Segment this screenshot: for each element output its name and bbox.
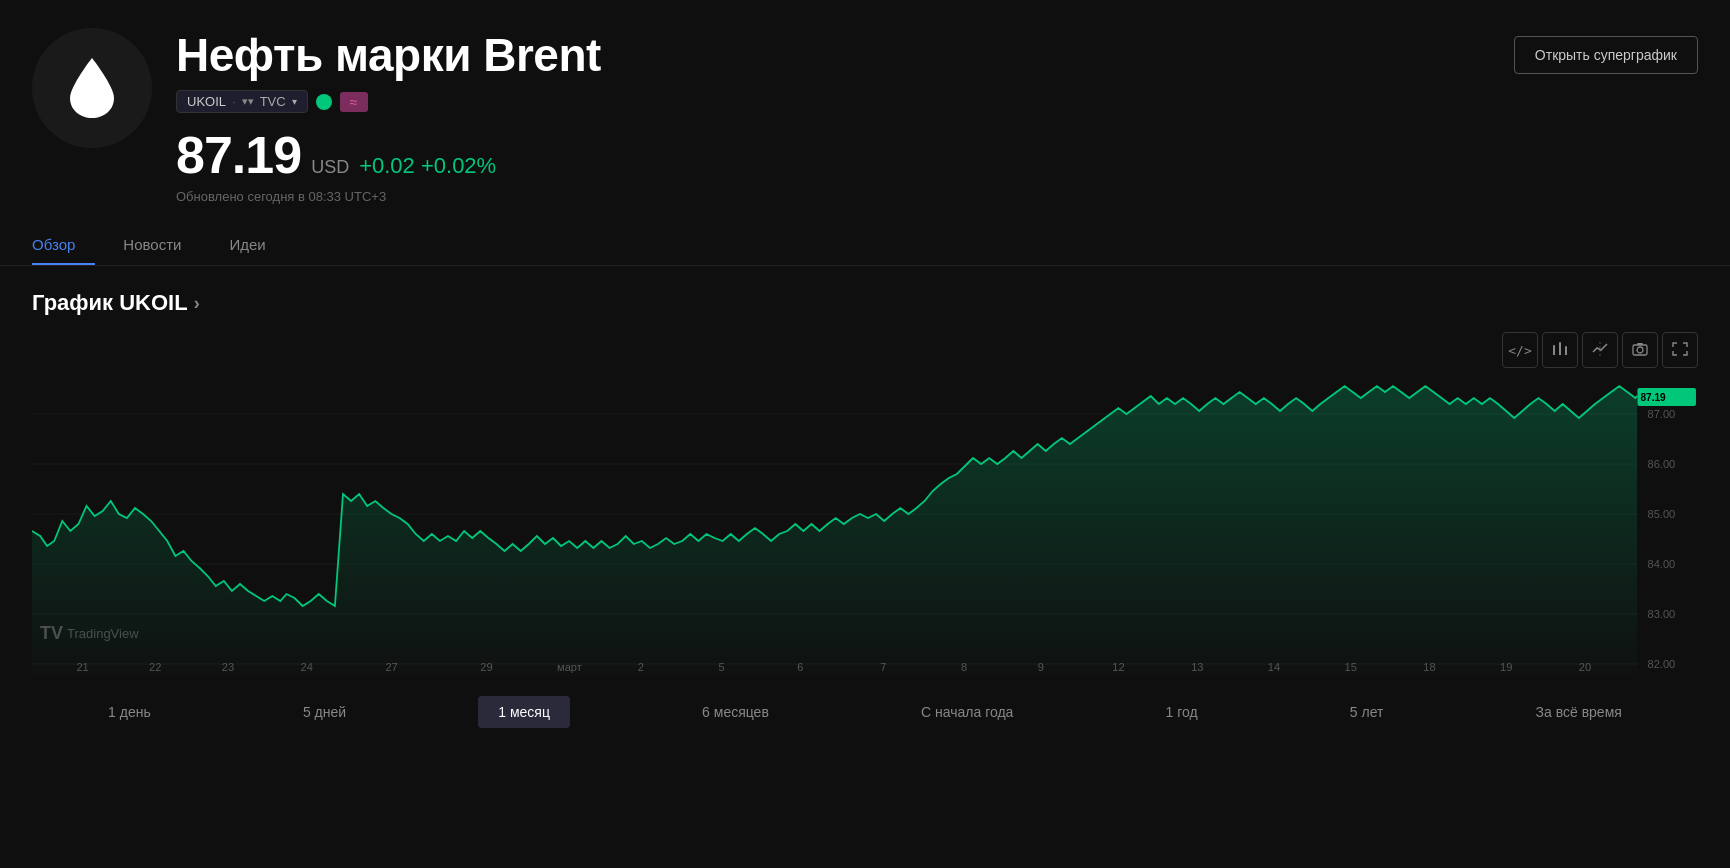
svg-rect-0 <box>1553 346 1555 355</box>
svg-text:19: 19 <box>1500 661 1512 673</box>
svg-rect-1 <box>1559 343 1561 355</box>
svg-text:12: 12 <box>1112 661 1124 673</box>
svg-rect-9 <box>1637 343 1643 345</box>
svg-text:83.00: 83.00 <box>1648 608 1676 620</box>
period-1month[interactable]: 1 месяц <box>478 696 570 728</box>
approx-icon: ≈ <box>340 92 368 112</box>
svg-text:85.00: 85.00 <box>1648 508 1676 520</box>
svg-text:март: март <box>557 661 582 673</box>
svg-text:18: 18 <box>1423 661 1435 673</box>
indicators-icon <box>1592 342 1608 359</box>
svg-text:14: 14 <box>1268 661 1280 673</box>
source-separator: · <box>232 94 236 109</box>
chart-title-chevron-icon: › <box>194 293 200 314</box>
svg-text:9: 9 <box>1038 661 1044 673</box>
header: Нефть марки Brent UKOIL · ▾▾ TVC ▾ ≈ 87.… <box>0 0 1730 204</box>
chart-title[interactable]: График UKOIL › <box>32 290 1698 316</box>
svg-text:24: 24 <box>301 661 313 673</box>
svg-text:87.00: 87.00 <box>1648 408 1676 420</box>
oil-drop-icon <box>66 58 118 118</box>
embed-icon: </> <box>1508 343 1531 358</box>
ticker-badge[interactable]: UKOIL · ▾▾ TVC ▾ <box>176 90 308 113</box>
chart-toolbar: </> <box>32 332 1698 368</box>
period-5days[interactable]: 5 дней <box>283 696 366 728</box>
tv-logo-mark: TV <box>40 623 63 644</box>
screenshot-button[interactable] <box>1622 332 1658 368</box>
period-6months[interactable]: 6 месяцев <box>682 696 789 728</box>
chart-type-icon <box>1552 342 1568 359</box>
open-superchart-button[interactable]: Открыть суперграфик <box>1514 36 1698 74</box>
svg-text:21: 21 <box>76 661 88 673</box>
svg-text:2: 2 <box>638 661 644 673</box>
fullscreen-icon <box>1672 342 1688 359</box>
tradingview-text: TradingView <box>67 626 139 641</box>
price-row: 87.19 USD +0.02 +0.02% <box>176 125 1698 185</box>
svg-text:8: 8 <box>961 661 967 673</box>
svg-text:15: 15 <box>1345 661 1357 673</box>
chart-container: 87.00 86.00 85.00 84.00 83.00 82.00 87.1… <box>32 376 1698 676</box>
svg-text:86.00: 86.00 <box>1648 458 1676 470</box>
svg-text:82.00: 82.00 <box>1648 658 1676 670</box>
chart-title-text: График UKOIL <box>32 290 188 316</box>
svg-text:84.00: 84.00 <box>1648 558 1676 570</box>
svg-rect-2 <box>1565 347 1567 355</box>
period-1day[interactable]: 1 день <box>88 696 171 728</box>
live-indicator <box>316 94 332 110</box>
svg-text:5: 5 <box>719 661 725 673</box>
svg-text:13: 13 <box>1191 661 1203 673</box>
camera-icon <box>1632 342 1648 359</box>
chart-section: График UKOIL › </> <box>0 266 1730 676</box>
dropdown-chevron-icon: ▾ <box>292 96 297 107</box>
period-1year[interactable]: 1 год <box>1146 696 1218 728</box>
header-info: Нефть марки Brent UKOIL · ▾▾ TVC ▾ ≈ 87.… <box>176 28 1698 204</box>
svg-text:7: 7 <box>880 661 886 673</box>
source-label: TVC <box>260 94 286 109</box>
tab-news[interactable]: Новости <box>123 224 201 265</box>
indicators-button[interactable] <box>1582 332 1618 368</box>
tabs-bar: Обзор Новости Идеи <box>0 224 1730 266</box>
svg-text:87.19: 87.19 <box>1640 392 1666 403</box>
asset-title: Нефть марки Brent <box>176 28 1698 82</box>
tradingview-logo: TV TradingView <box>40 623 139 644</box>
price-chart: 87.00 86.00 85.00 84.00 83.00 82.00 87.1… <box>32 376 1698 676</box>
svg-text:20: 20 <box>1579 661 1591 673</box>
svg-text:22: 22 <box>149 661 161 673</box>
fullscreen-button[interactable] <box>1662 332 1698 368</box>
svg-text:29: 29 <box>480 661 492 673</box>
embed-button[interactable]: </> <box>1502 332 1538 368</box>
svg-text:23: 23 <box>222 661 234 673</box>
period-all[interactable]: За всё время <box>1516 696 1642 728</box>
price-value: 87.19 <box>176 125 301 185</box>
tradingview-watermark: TV TradingView <box>40 623 139 644</box>
price-change: +0.02 +0.02% <box>359 153 496 179</box>
time-periods: 1 день 5 дней 1 месяц 6 месяцев С начала… <box>0 676 1730 728</box>
tab-overview[interactable]: Обзор <box>32 224 95 265</box>
tab-ideas[interactable]: Идеи <box>229 224 285 265</box>
price-updated: Обновлено сегодня в 08:33 UTC+3 <box>176 189 1698 204</box>
period-5years[interactable]: 5 лет <box>1330 696 1404 728</box>
price-currency: USD <box>311 157 349 178</box>
ticker-row: UKOIL · ▾▾ TVC ▾ ≈ <box>176 90 1698 113</box>
svg-point-8 <box>1637 347 1643 353</box>
svg-text:6: 6 <box>797 661 803 673</box>
ticker-symbol: UKOIL <box>187 94 226 109</box>
svg-text:27: 27 <box>385 661 397 673</box>
source-icon: ▾▾ <box>242 95 254 108</box>
period-ytd[interactable]: С начала года <box>901 696 1033 728</box>
asset-logo <box>32 28 152 148</box>
chart-type-button[interactable] <box>1542 332 1578 368</box>
